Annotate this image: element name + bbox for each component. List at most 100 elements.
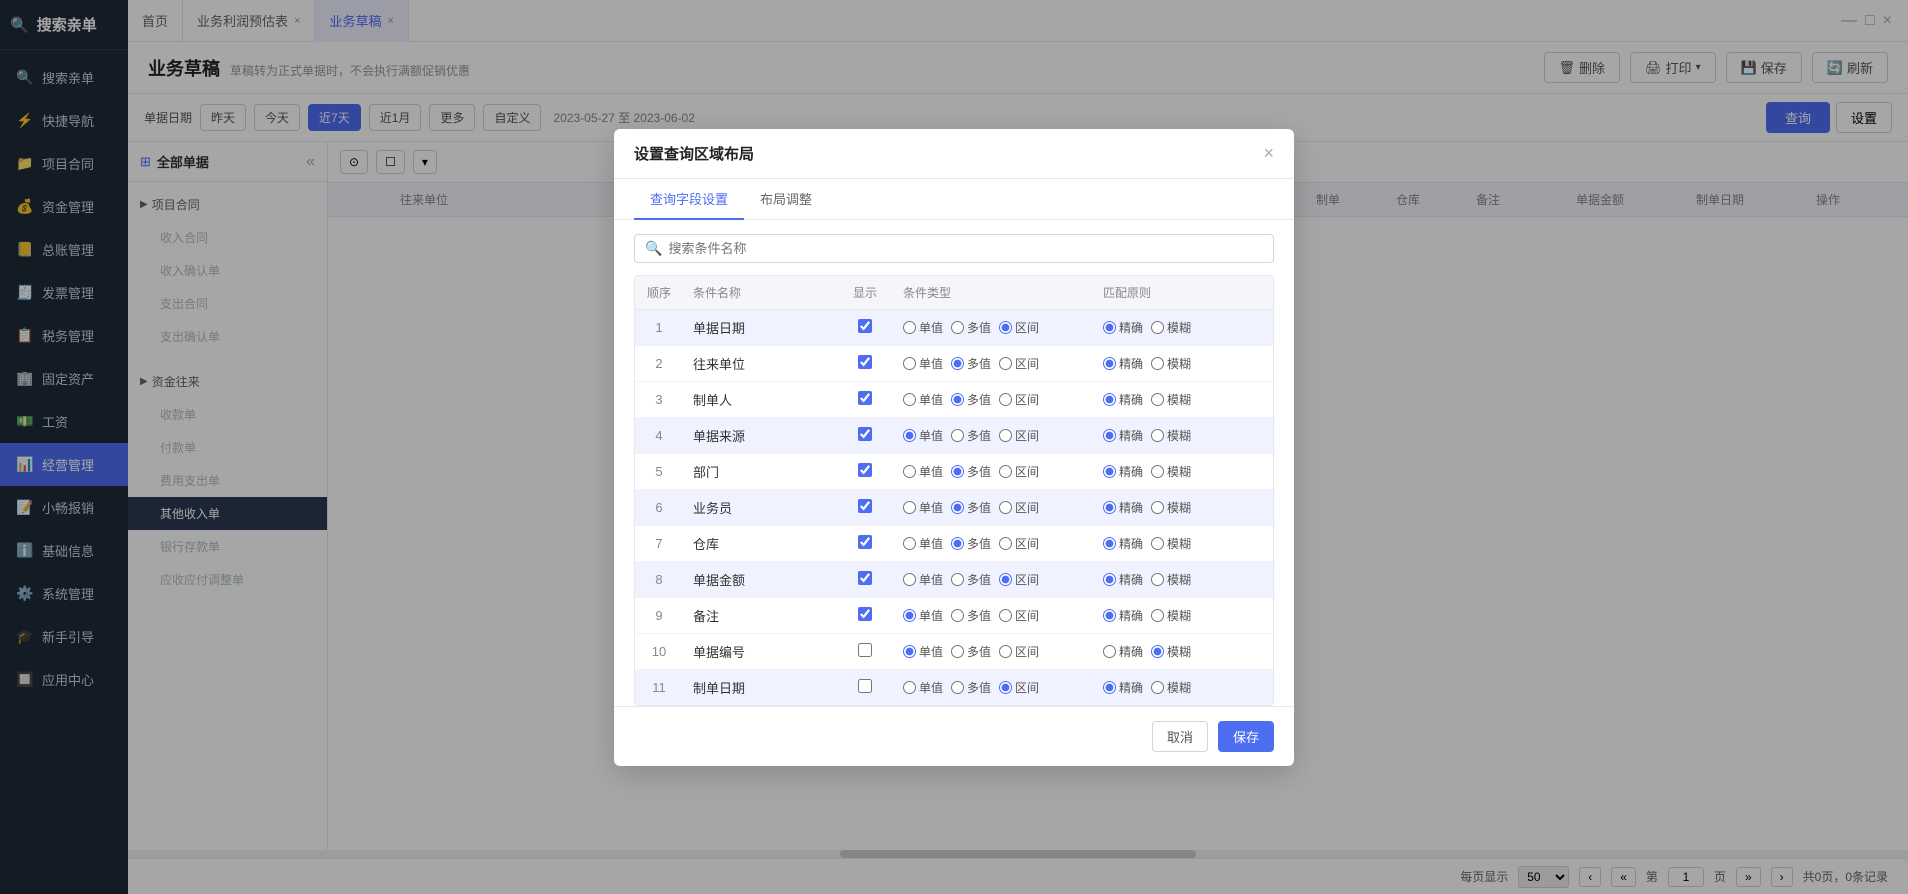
type-radio-item[interactable]: 区间	[999, 679, 1039, 696]
type-radio-item[interactable]: 多值	[951, 607, 991, 624]
type-radio[interactable]	[999, 429, 1012, 442]
match-radio[interactable]	[1151, 465, 1164, 478]
type-radio[interactable]	[951, 573, 964, 586]
match-radio-item[interactable]: 模糊	[1151, 499, 1191, 516]
match-radio-item[interactable]: 模糊	[1151, 427, 1191, 444]
type-radio-item[interactable]: 区间	[999, 535, 1039, 552]
match-radio-item[interactable]: 模糊	[1151, 355, 1191, 372]
type-radio[interactable]	[903, 321, 916, 334]
type-radio-item[interactable]: 单值	[903, 607, 943, 624]
match-radio[interactable]	[1151, 501, 1164, 514]
match-radio[interactable]	[1151, 681, 1164, 694]
match-radio[interactable]	[1103, 393, 1116, 406]
type-radio[interactable]	[999, 465, 1012, 478]
match-radio[interactable]	[1151, 609, 1164, 622]
match-radio[interactable]	[1103, 609, 1116, 622]
type-radio[interactable]	[951, 321, 964, 334]
type-radio-item[interactable]: 区间	[999, 391, 1039, 408]
match-radio-item[interactable]: 模糊	[1151, 643, 1191, 660]
match-radio-item[interactable]: 精确	[1103, 535, 1143, 552]
type-radio-item[interactable]: 单值	[903, 463, 943, 480]
type-radio-item[interactable]: 单值	[903, 499, 943, 516]
type-radio-item[interactable]: 单值	[903, 319, 943, 336]
type-radio-item[interactable]: 区间	[999, 463, 1039, 480]
match-radio-item[interactable]: 模糊	[1151, 391, 1191, 408]
type-radio-item[interactable]: 区间	[999, 607, 1039, 624]
match-radio[interactable]	[1103, 501, 1116, 514]
display-checkbox[interactable]	[858, 571, 872, 585]
match-radio[interactable]	[1103, 357, 1116, 370]
type-radio[interactable]	[903, 393, 916, 406]
match-radio[interactable]	[1103, 681, 1116, 694]
match-radio[interactable]	[1103, 573, 1116, 586]
type-radio[interactable]	[903, 429, 916, 442]
type-radio[interactable]	[999, 681, 1012, 694]
match-radio[interactable]	[1151, 321, 1164, 334]
type-radio-item[interactable]: 单值	[903, 679, 943, 696]
type-radio[interactable]	[951, 465, 964, 478]
display-checkbox[interactable]	[858, 679, 872, 693]
type-radio[interactable]	[951, 429, 964, 442]
match-radio[interactable]	[1103, 429, 1116, 442]
display-checkbox[interactable]	[858, 355, 872, 369]
type-radio[interactable]	[951, 393, 964, 406]
display-checkbox[interactable]	[858, 643, 872, 657]
type-radio-item[interactable]: 区间	[999, 427, 1039, 444]
match-radio-item[interactable]: 模糊	[1151, 463, 1191, 480]
type-radio[interactable]	[999, 501, 1012, 514]
modal-cancel-button[interactable]: 取消	[1152, 721, 1208, 752]
match-radio-item[interactable]: 模糊	[1151, 679, 1191, 696]
display-checkbox[interactable]	[858, 463, 872, 477]
match-radio-item[interactable]: 精确	[1103, 463, 1143, 480]
match-radio[interactable]	[1151, 645, 1164, 658]
type-radio-item[interactable]: 单值	[903, 391, 943, 408]
display-checkbox[interactable]	[858, 499, 872, 513]
type-radio[interactable]	[903, 501, 916, 514]
modal-tab-layout[interactable]: 布局调整	[744, 179, 828, 220]
type-radio-item[interactable]: 区间	[999, 319, 1039, 336]
match-radio-item[interactable]: 精确	[1103, 571, 1143, 588]
modal-save-button[interactable]: 保存	[1218, 721, 1274, 752]
type-radio-item[interactable]: 多值	[951, 679, 991, 696]
display-checkbox[interactable]	[858, 319, 872, 333]
match-radio-item[interactable]: 模糊	[1151, 571, 1191, 588]
type-radio[interactable]	[903, 681, 916, 694]
type-radio[interactable]	[999, 645, 1012, 658]
match-radio[interactable]	[1103, 537, 1116, 550]
type-radio[interactable]	[999, 357, 1012, 370]
match-radio-item[interactable]: 模糊	[1151, 319, 1191, 336]
type-radio[interactable]	[999, 537, 1012, 550]
type-radio-item[interactable]: 单值	[903, 427, 943, 444]
type-radio[interactable]	[903, 645, 916, 658]
display-checkbox[interactable]	[858, 427, 872, 441]
match-radio-item[interactable]: 精确	[1103, 319, 1143, 336]
type-radio-item[interactable]: 多值	[951, 355, 991, 372]
type-radio[interactable]	[999, 393, 1012, 406]
type-radio-item[interactable]: 单值	[903, 355, 943, 372]
type-radio[interactable]	[999, 321, 1012, 334]
type-radio[interactable]	[903, 537, 916, 550]
type-radio-item[interactable]: 多值	[951, 427, 991, 444]
type-radio-item[interactable]: 单值	[903, 535, 943, 552]
type-radio-item[interactable]: 多值	[951, 499, 991, 516]
type-radio[interactable]	[951, 501, 964, 514]
type-radio[interactable]	[903, 609, 916, 622]
type-radio[interactable]	[951, 681, 964, 694]
type-radio-item[interactable]: 单值	[903, 643, 943, 660]
match-radio-item[interactable]: 精确	[1103, 607, 1143, 624]
match-radio[interactable]	[1151, 537, 1164, 550]
type-radio[interactable]	[999, 573, 1012, 586]
match-radio[interactable]	[1103, 465, 1116, 478]
match-radio-item[interactable]: 模糊	[1151, 535, 1191, 552]
match-radio-item[interactable]: 精确	[1103, 427, 1143, 444]
type-radio-item[interactable]: 区间	[999, 643, 1039, 660]
match-radio-item[interactable]: 精确	[1103, 679, 1143, 696]
type-radio[interactable]	[903, 357, 916, 370]
type-radio[interactable]	[951, 609, 964, 622]
type-radio-item[interactable]: 单值	[903, 571, 943, 588]
type-radio-item[interactable]: 区间	[999, 355, 1039, 372]
match-radio-item[interactable]: 精确	[1103, 499, 1143, 516]
display-checkbox[interactable]	[858, 607, 872, 621]
type-radio-item[interactable]: 区间	[999, 499, 1039, 516]
match-radio[interactable]	[1151, 357, 1164, 370]
